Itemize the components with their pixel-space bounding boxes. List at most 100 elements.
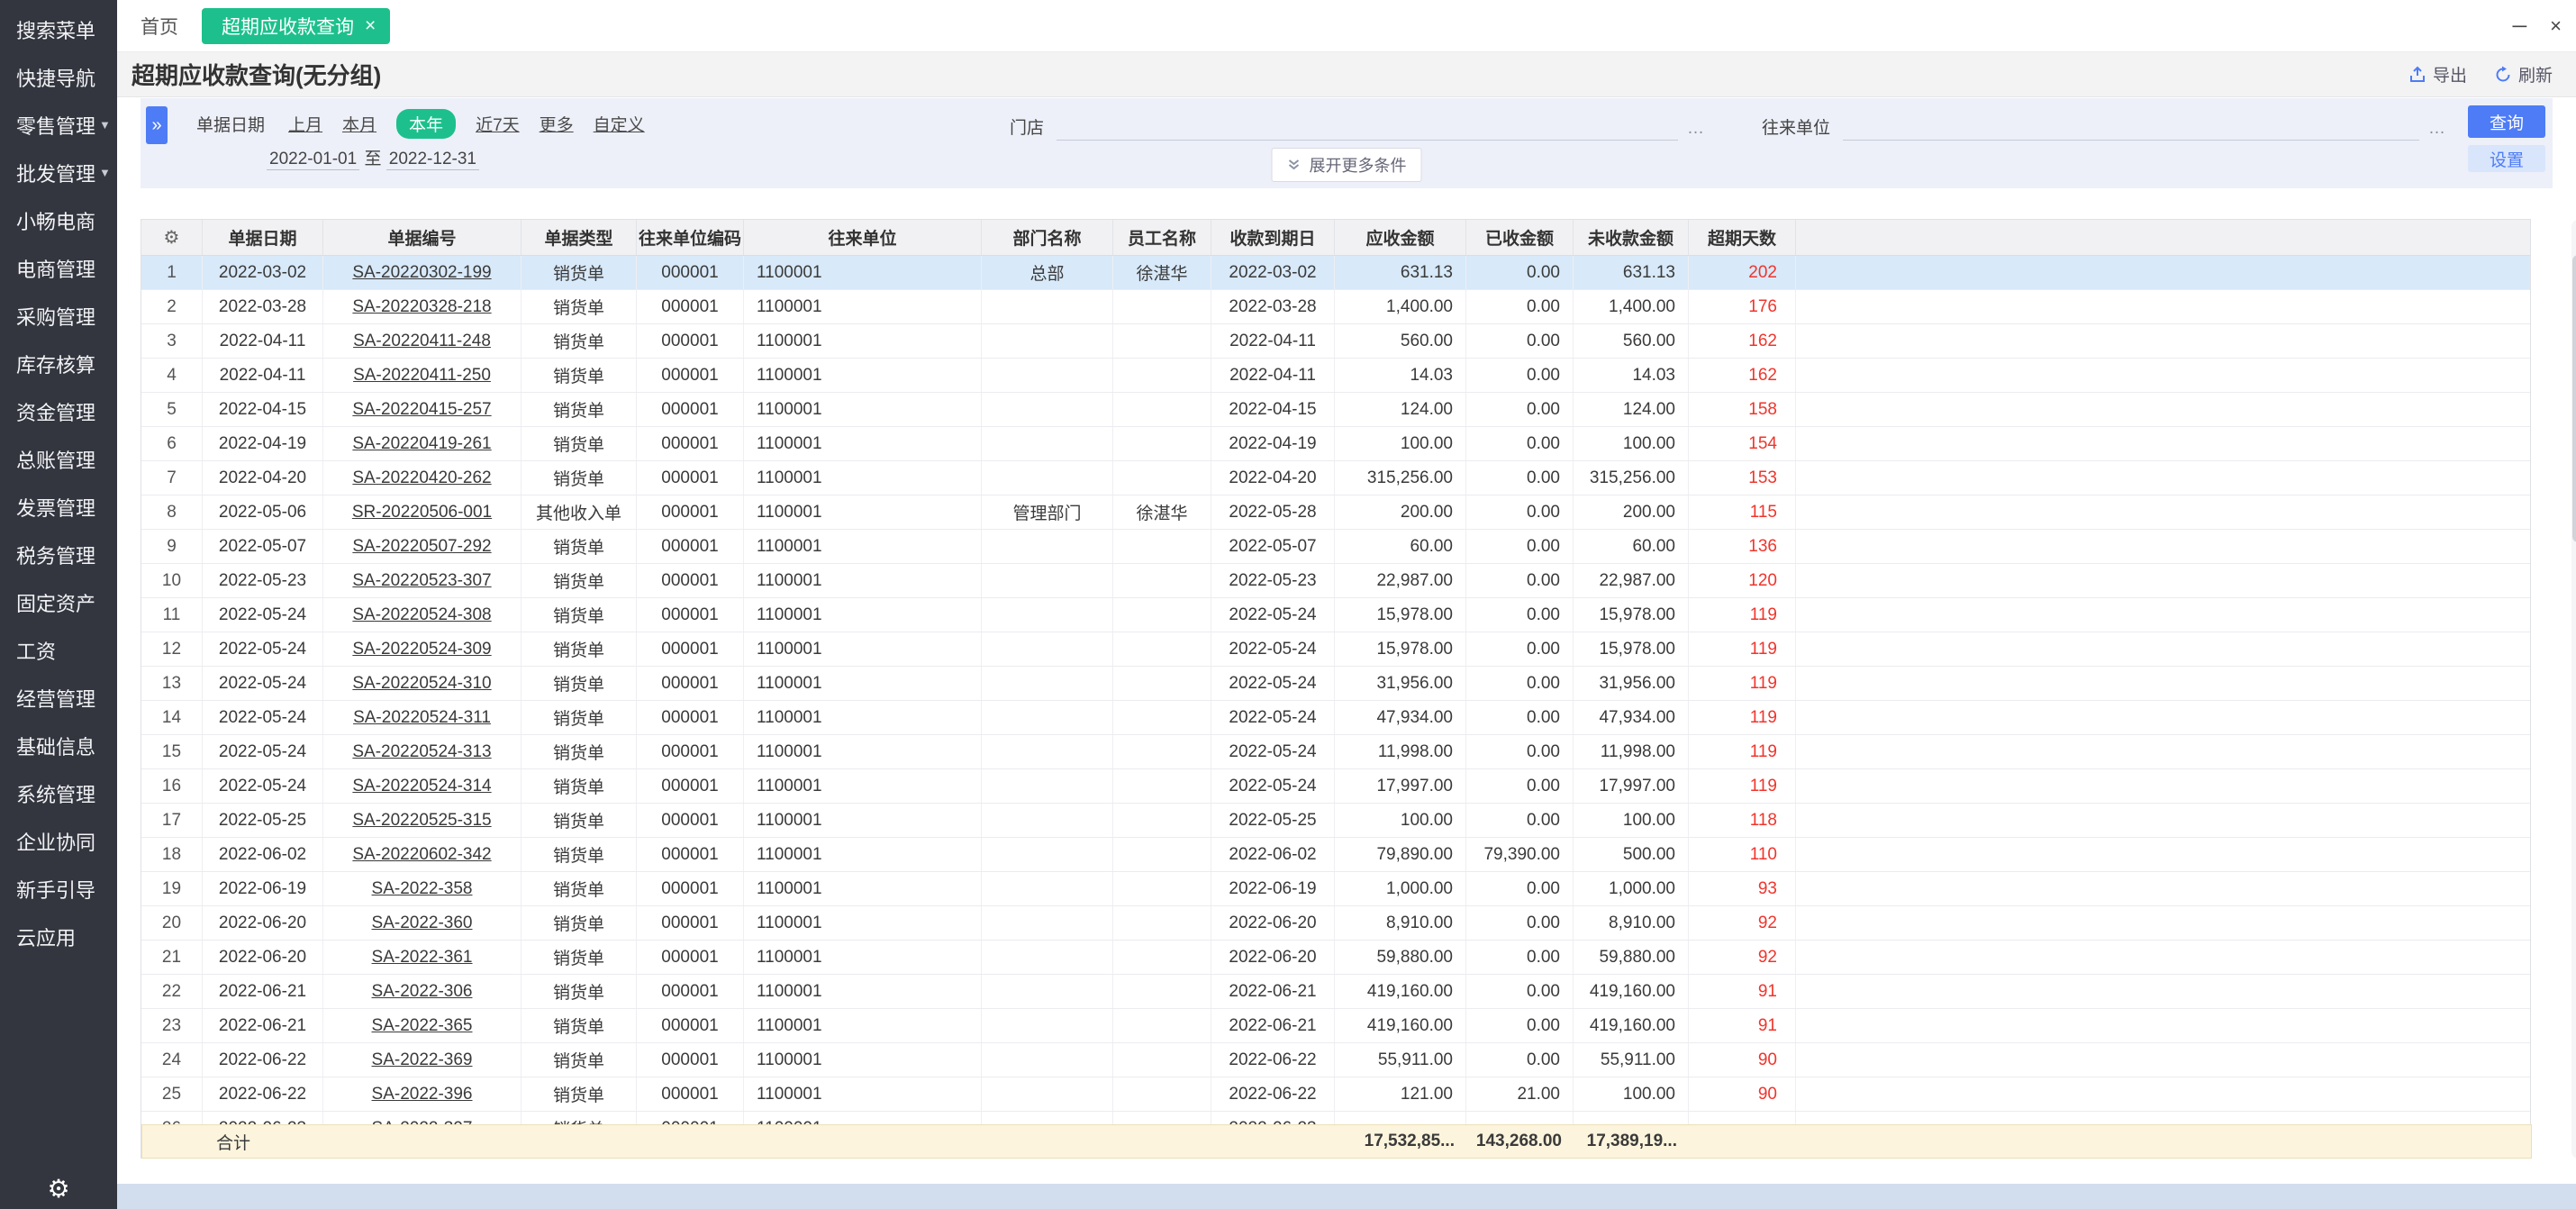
- doc-link[interactable]: SA-2022-360: [372, 914, 473, 933]
- sidebar-item-16[interactable]: 系统管理: [0, 769, 117, 817]
- scrollbar-thumb[interactable]: [2572, 255, 2576, 542]
- store-input[interactable]: [1057, 115, 1679, 141]
- table-row[interactable]: 1 2022-03-02 SA-20220302-199 销货单 000001 11000…: [141, 256, 2530, 290]
- table-row[interactable]: 262022-06-23SA-2022-397销货单00000111000012…: [141, 1112, 2530, 1124]
- doc-link[interactable]: SA-20220524-311: [353, 708, 491, 728]
- table-row[interactable]: 5 2022-04-15 SA-20220415-257 销货单 000001 11000…: [141, 393, 2530, 427]
- table-row[interactable]: 19 2022-06-19 SA-2022-358 销货单 000001 1100001 2…: [141, 872, 2530, 906]
- sidebar-item-4[interactable]: 小畅电商: [0, 196, 117, 244]
- table-row[interactable]: 18 2022-06-02 SA-20220602-342 销货单 000001 1100…: [141, 838, 2530, 872]
- doc-link[interactable]: SA-20220419-261: [352, 434, 491, 454]
- sidebar-item-10[interactable]: 发票管理: [0, 483, 117, 531]
- sidebar-item-5[interactable]: 电商管理: [0, 244, 117, 292]
- table-row[interactable]: 10 2022-05-23 SA-20220523-307 销货单 000001 1100…: [141, 564, 2530, 598]
- doc-link[interactable]: SA-20220420-262: [352, 468, 491, 488]
- date-option-1[interactable]: 本月: [342, 112, 376, 136]
- sidebar-item-17[interactable]: 企业协同: [0, 817, 117, 865]
- settings-gear-icon[interactable]: ⚙: [0, 1174, 117, 1204]
- doc-link[interactable]: SA-20220302-199: [352, 263, 491, 283]
- doc-link[interactable]: SA-20220524-309: [352, 640, 491, 659]
- table-row[interactable]: 3 2022-04-11 SA-20220411-248 销货单 000001 11000…: [141, 324, 2530, 359]
- filter-settings-button[interactable]: 设置: [2468, 145, 2545, 172]
- date-option-0[interactable]: 上月: [288, 112, 322, 136]
- expand-more-conditions-button[interactable]: 展开更多条件: [1271, 148, 1422, 182]
- customer-input[interactable]: [1843, 115, 2420, 141]
- date-option-4[interactable]: 更多: [540, 112, 574, 136]
- table-row[interactable]: 17 2022-05-25 SA-20220525-315 销货单 000001 1100…: [141, 804, 2530, 838]
- table-row[interactable]: 21 2022-06-20 SA-2022-361 销货单 000001 1100001 2…: [141, 941, 2530, 975]
- table-row[interactable]: 16 2022-05-24 SA-20220524-314 销货单 000001 1100…: [141, 769, 2530, 804]
- table-row[interactable]: 7 2022-04-20 SA-20220420-262 销货单 000001 11000…: [141, 461, 2530, 495]
- doc-link[interactable]: SA-2022-369: [372, 1050, 473, 1070]
- table-row[interactable]: 2 2022-03-28 SA-20220328-218 销货单 000001 11000…: [141, 290, 2530, 324]
- minimize-icon[interactable]: ─: [2513, 14, 2527, 38]
- doc-link[interactable]: SA-2022-361: [372, 948, 473, 968]
- date-option-2[interactable]: 本年: [396, 109, 457, 139]
- table-row[interactable]: 9 2022-05-07 SA-20220507-292 销货单 000001 11000…: [141, 530, 2530, 564]
- tab-home[interactable]: 首页: [137, 13, 202, 40]
- sidebar-item-15[interactable]: 基础信息: [0, 722, 117, 769]
- collapse-filter-button[interactable]: »: [146, 106, 168, 144]
- table-row[interactable]: 25 2022-06-22 SA-2022-396 销货单 000001 1100001 2…: [141, 1077, 2530, 1112]
- doc-link[interactable]: SA-20220411-250: [353, 366, 491, 386]
- sidebar-item-6[interactable]: 采购管理: [0, 292, 117, 340]
- sidebar-item-0[interactable]: 搜索菜单: [0, 5, 117, 53]
- vertical-scrollbar[interactable]: [2571, 220, 2576, 1159]
- doc-link[interactable]: SA-2022-358: [372, 879, 473, 899]
- doc-link[interactable]: SA-20220328-218: [352, 297, 491, 317]
- table-row[interactable]: 13 2022-05-24 SA-20220524-310 销货单 000001 1100…: [141, 667, 2530, 701]
- doc-link[interactable]: SA-2022-365: [372, 1016, 473, 1036]
- sidebar-item-8[interactable]: 资金管理: [0, 387, 117, 435]
- table-row[interactable]: 14 2022-05-24 SA-20220524-311 销货单 000001 1100…: [141, 701, 2530, 735]
- date-from-input[interactable]: 2022-01-01: [267, 150, 360, 170]
- tab-close-icon[interactable]: ×: [365, 15, 376, 37]
- table-row[interactable]: 15 2022-05-24 SA-20220524-313 销货单 000001 1100…: [141, 735, 2530, 769]
- sidebar-item-12[interactable]: 固定资产: [0, 578, 117, 626]
- table-row[interactable]: 20 2022-06-20 SA-2022-360 销货单 000001 1100001 2…: [141, 906, 2530, 941]
- sidebar-item-7[interactable]: 库存核算: [0, 340, 117, 387]
- sidebar-item-1[interactable]: 快捷导航: [0, 53, 117, 101]
- doc-link[interactable]: SA-20220525-315: [352, 811, 491, 831]
- doc-link[interactable]: SA-20220523-307: [352, 571, 491, 591]
- table-row[interactable]: 11 2022-05-24 SA-20220524-308 销货单 000001 1100…: [141, 598, 2530, 632]
- refresh-button[interactable]: 刷新: [2494, 62, 2553, 86]
- doc-link[interactable]: SA-20220507-292: [352, 537, 491, 557]
- date-range[interactable]: 2022-01-01 至 2022-12-31: [267, 145, 479, 170]
- store-picker-button[interactable]: …: [1687, 119, 1704, 141]
- table-row[interactable]: 12 2022-05-24 SA-20220524-309 销货单 000001 1100…: [141, 632, 2530, 667]
- date-option-3[interactable]: 近7天: [476, 112, 520, 136]
- doc-link[interactable]: SA-20220415-257: [352, 400, 491, 420]
- export-button[interactable]: 导出: [2408, 62, 2467, 86]
- table-row[interactable]: 4 2022-04-11 SA-20220411-250 销货单 000001 11000…: [141, 359, 2530, 393]
- table-row[interactable]: 6 2022-04-19 SA-20220419-261 销货单 000001 11000…: [141, 427, 2530, 461]
- doc-link[interactable]: SA-2022-397: [372, 1119, 473, 1125]
- doc-link[interactable]: SR-20220506-001: [352, 503, 492, 523]
- date-to-input[interactable]: 2022-12-31: [385, 150, 479, 170]
- table-row[interactable]: 24 2022-06-22 SA-2022-369 销货单 000001 1100001 2…: [141, 1043, 2530, 1077]
- close-icon[interactable]: ×: [2550, 14, 2562, 38]
- sidebar-item-18[interactable]: 新手引导: [0, 865, 117, 913]
- sidebar-item-11[interactable]: 税务管理: [0, 531, 117, 578]
- tab-overdue-receivables[interactable]: 超期应收款查询 ×: [202, 7, 391, 44]
- date-option-5[interactable]: 自定义: [594, 112, 645, 136]
- doc-link[interactable]: SA-20220524-313: [352, 742, 491, 762]
- table-row[interactable]: 8 2022-05-06 SR-20220506-001 其他收入单 000001 110…: [141, 495, 2530, 530]
- sidebar-item-19[interactable]: 云应用: [0, 913, 117, 960]
- column-settings-gear-icon[interactable]: ⚙: [141, 220, 203, 255]
- table-row[interactable]: 23 2022-06-21 SA-2022-365 销货单 000001 1100001 2…: [141, 1009, 2530, 1043]
- doc-link[interactable]: SA-20220411-248: [353, 332, 491, 351]
- doc-link[interactable]: SA-20220524-314: [352, 777, 491, 796]
- sidebar-item-9[interactable]: 总账管理: [0, 435, 117, 483]
- sidebar-item-14[interactable]: 经营管理: [0, 674, 117, 722]
- sidebar-item-3[interactable]: 批发管理 ▼: [0, 149, 117, 196]
- sidebar-item-13[interactable]: 工资: [0, 626, 117, 674]
- table-row[interactable]: 22 2022-06-21 SA-2022-306 销货单 000001 1100001 2…: [141, 975, 2530, 1009]
- doc-link[interactable]: SA-20220602-342: [352, 845, 491, 865]
- doc-link[interactable]: SA-20220524-308: [352, 605, 491, 625]
- doc-link[interactable]: SA-2022-396: [372, 1085, 473, 1104]
- query-button[interactable]: 查询: [2468, 105, 2545, 138]
- doc-link[interactable]: SA-20220524-310: [352, 674, 491, 694]
- sidebar-item-2[interactable]: 零售管理 ▼: [0, 101, 117, 149]
- customer-picker-button[interactable]: …: [2428, 119, 2445, 141]
- doc-link[interactable]: SA-2022-306: [372, 982, 473, 1002]
